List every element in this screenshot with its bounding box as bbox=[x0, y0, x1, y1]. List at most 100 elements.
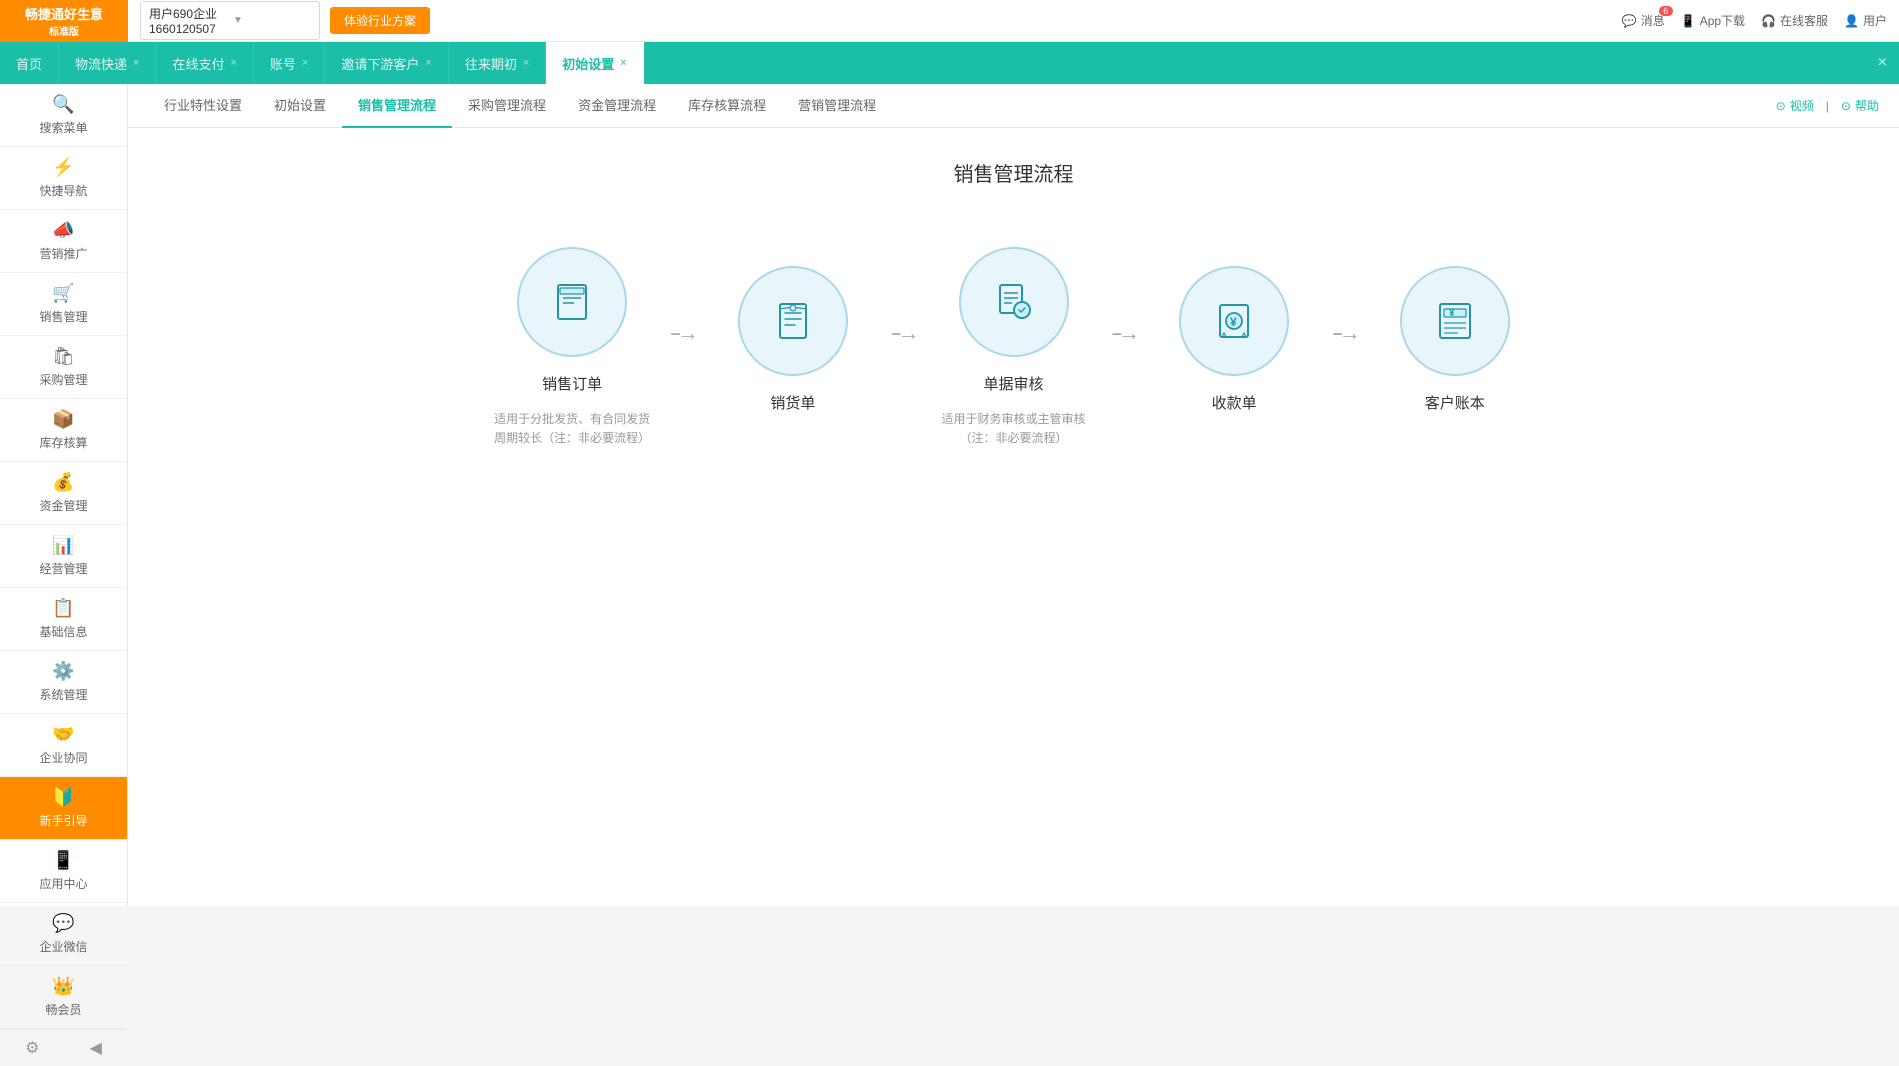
sub-tab-marketing-flow[interactable]: 营销管理流程 bbox=[782, 84, 892, 128]
sidebar-item-finance[interactable]: 💰 资金管理 bbox=[0, 462, 127, 525]
sidebar-item-purchase-mgmt[interactable]: 🛍 采购管理 bbox=[0, 336, 127, 399]
message-icon: 💬 bbox=[1622, 14, 1637, 28]
sidebar-item-quick-nav-label: 快捷导航 bbox=[39, 182, 87, 199]
settings-bottom-icon[interactable]: ⚙ bbox=[25, 1038, 39, 1058]
top-bar-right: 💬 消息 6 📱 App下载 🎧 在线客服 👤 用户 bbox=[1622, 12, 1887, 29]
sidebar-item-enterprise-coop[interactable]: 🤝 企业协同 bbox=[0, 714, 127, 777]
user-menu-button[interactable]: 👤 用户 bbox=[1844, 12, 1887, 29]
clipboard-icon: 📋 bbox=[52, 598, 74, 619]
nav-tab-period[interactable]: 往来期初 × bbox=[449, 42, 546, 84]
sub-tab-purchase-flow[interactable]: 采购管理流程 bbox=[452, 84, 562, 128]
top-bar: 畅捷通好生意 标准版 用户690企业1660120507 ▼ 体验行业方案 💬 … bbox=[0, 0, 1899, 42]
user-avatar-icon: 👤 bbox=[1844, 14, 1859, 28]
help-icon: ⊙ bbox=[1841, 99, 1851, 113]
sidebar-item-enterprise-wechat-label: 企业微信 bbox=[39, 938, 87, 955]
nav-tab-init-settings[interactable]: 初始设置 × bbox=[546, 42, 643, 84]
nav-tab-account[interactable]: 账号 × bbox=[254, 42, 325, 84]
gear-icon: ⚙️ bbox=[52, 661, 74, 682]
cart-icon: 🛒 bbox=[52, 283, 74, 304]
flow-arrow-3: --→ bbox=[1112, 320, 1137, 346]
box-icon: 📦 bbox=[52, 409, 74, 430]
sidebar-item-basic-info[interactable]: 📋 基础信息 bbox=[0, 588, 127, 651]
sub-tab-industry[interactable]: 行业特性设置 bbox=[148, 84, 258, 128]
flow-arrow-1: --→ bbox=[670, 320, 695, 346]
nav-tab-account-label: 账号 bbox=[270, 54, 296, 73]
sidebar-item-system-label: 系统管理 bbox=[39, 686, 87, 703]
nav-tab-account-close[interactable]: × bbox=[302, 57, 308, 69]
flow-circle-customer-ledger[interactable]: ¥ bbox=[1400, 266, 1510, 376]
sidebar-item-purchase-mgmt-label: 采购管理 bbox=[39, 371, 87, 388]
flow-diagram: 销售订单 适用于分批发货、有合同发货周期较长（注：非必要流程） --→ bbox=[168, 247, 1859, 448]
sidebar-bottom: ⚙ ◀ bbox=[0, 1029, 127, 1066]
sub-tab-init[interactable]: 初始设置 bbox=[258, 84, 342, 128]
flow-label-doc-review: 单据审核 bbox=[983, 373, 1043, 394]
nav-tab-payment[interactable]: 在线支付 × bbox=[156, 42, 253, 84]
nav-tab-init-settings-close[interactable]: × bbox=[620, 57, 626, 69]
flow-circle-delivery[interactable] bbox=[738, 266, 848, 376]
sub-tab-finance-flow[interactable]: 资金管理流程 bbox=[562, 84, 672, 128]
nav-tab-invite-close[interactable]: × bbox=[425, 57, 431, 69]
app-download-button[interactable]: 📱 App下载 bbox=[1681, 12, 1745, 29]
flow-circle-doc-review[interactable] bbox=[959, 247, 1069, 357]
sidebar-item-enterprise-wechat[interactable]: 💬 企业微信 bbox=[0, 903, 127, 966]
top-bar-left: 畅捷通好生意 标准版 用户690企业1660120507 ▼ 体验行业方案 bbox=[0, 0, 430, 42]
sidebar-item-sales-mgmt[interactable]: 🛒 销售管理 bbox=[0, 273, 127, 336]
sidebar-item-ops-mgmt[interactable]: 📊 经营管理 bbox=[0, 525, 127, 588]
app-download-label: App下载 bbox=[1700, 12, 1745, 29]
sidebar: 🔍 搜索菜单 ⚡ 快捷导航 📣 营销推广 🛒 销售管理 🛍 采购管理 📦 库存核… bbox=[0, 84, 128, 906]
nav-tab-period-close[interactable]: × bbox=[523, 57, 529, 69]
sidebar-item-system[interactable]: ⚙️ 系统管理 bbox=[0, 651, 127, 714]
online-service-button[interactable]: 🎧 在线客服 bbox=[1761, 12, 1828, 29]
sidebar-item-inventory[interactable]: 📦 库存核算 bbox=[0, 399, 127, 462]
headset-icon: 🎧 bbox=[1761, 14, 1776, 28]
online-service-label: 在线客服 bbox=[1780, 12, 1828, 29]
sub-tab-purchase-flow-label: 采购管理流程 bbox=[468, 95, 546, 114]
trial-button[interactable]: 体验行业方案 bbox=[330, 7, 430, 34]
collapse-sidebar-icon[interactable]: ◀ bbox=[90, 1038, 102, 1058]
sub-tabs-left: 行业特性设置 初始设置 销售管理流程 采购管理流程 资金管理流程 库存核算流程 bbox=[148, 84, 892, 128]
flow-item-doc-review: 单据审核 适用于财务审核或主管审核（注：非必要流程） bbox=[924, 247, 1104, 448]
message-button[interactable]: 💬 消息 6 bbox=[1622, 12, 1665, 29]
user-selector-label: 用户690企业1660120507 bbox=[149, 5, 227, 36]
sidebar-item-new-guide[interactable]: 🔰 新手引导 bbox=[0, 777, 127, 840]
flow-item-customer-ledger: ¥ 客户账本 bbox=[1365, 266, 1545, 429]
sidebar-item-enterprise-coop-label: 企业协同 bbox=[39, 749, 87, 766]
sidebar-item-vip-label: 畅会员 bbox=[45, 1001, 81, 1018]
wechat-icon: 💬 bbox=[52, 913, 74, 934]
sub-tab-init-label: 初始设置 bbox=[274, 95, 326, 114]
nav-tab-payment-close[interactable]: × bbox=[230, 57, 236, 69]
video-icon: ⊙ bbox=[1776, 99, 1786, 113]
sidebar-item-vip[interactable]: 👑 畅会员 bbox=[0, 966, 127, 1029]
user-menu-label: 用户 bbox=[1863, 12, 1887, 29]
help-label: 帮助 bbox=[1855, 97, 1879, 114]
crown-icon: 👑 bbox=[52, 976, 74, 997]
help-button[interactable]: ⊙ 帮助 bbox=[1841, 97, 1879, 114]
sidebar-item-app-center[interactable]: 📱 应用中心 bbox=[0, 840, 127, 903]
sub-tab-sales-flow[interactable]: 销售管理流程 bbox=[342, 84, 452, 128]
flow-circle-sales-order[interactable] bbox=[517, 247, 627, 357]
video-help-button[interactable]: ⊙ 视频 bbox=[1776, 97, 1814, 114]
sidebar-item-search[interactable]: 🔍 搜索菜单 bbox=[0, 84, 127, 147]
flow-desc-doc-review: 适用于财务审核或主管审核（注：非必要流程） bbox=[934, 410, 1094, 448]
help-separator: | bbox=[1826, 99, 1829, 113]
sidebar-item-quick-nav[interactable]: ⚡ 快捷导航 bbox=[0, 147, 127, 210]
flow-label-delivery: 销货单 bbox=[770, 392, 815, 413]
user-selector[interactable]: 用户690企业1660120507 ▼ bbox=[140, 1, 320, 40]
page-title: 销售管理流程 bbox=[168, 158, 1859, 187]
sub-tab-inventory-flow[interactable]: 库存核算流程 bbox=[672, 84, 782, 128]
money-icon: 💰 bbox=[52, 472, 74, 493]
nav-tab-home[interactable]: 首页 bbox=[0, 42, 59, 84]
sidebar-item-marketing-promo[interactable]: 📣 营销推广 bbox=[0, 210, 127, 273]
flow-circle-receipt[interactable]: ¥ bbox=[1179, 266, 1289, 376]
flow-item-delivery: 销货单 bbox=[703, 266, 883, 429]
nav-tab-logistics-close[interactable]: × bbox=[133, 57, 139, 69]
logo-title: 畅捷通好生意 bbox=[25, 4, 103, 23]
nav-tab-logistics[interactable]: 物流快递 × bbox=[59, 42, 156, 84]
sidebar-item-sales-mgmt-label: 销售管理 bbox=[39, 308, 87, 325]
flow-arrow-2: --→ bbox=[891, 320, 916, 346]
sub-tab-industry-label: 行业特性设置 bbox=[164, 95, 242, 114]
logo-area: 畅捷通好生意 标准版 bbox=[0, 0, 128, 42]
nav-close-all-button[interactable]: × bbox=[1866, 42, 1899, 84]
message-badge: 6 bbox=[1659, 6, 1673, 16]
nav-tab-invite[interactable]: 邀请下游客户 × bbox=[325, 42, 448, 84]
